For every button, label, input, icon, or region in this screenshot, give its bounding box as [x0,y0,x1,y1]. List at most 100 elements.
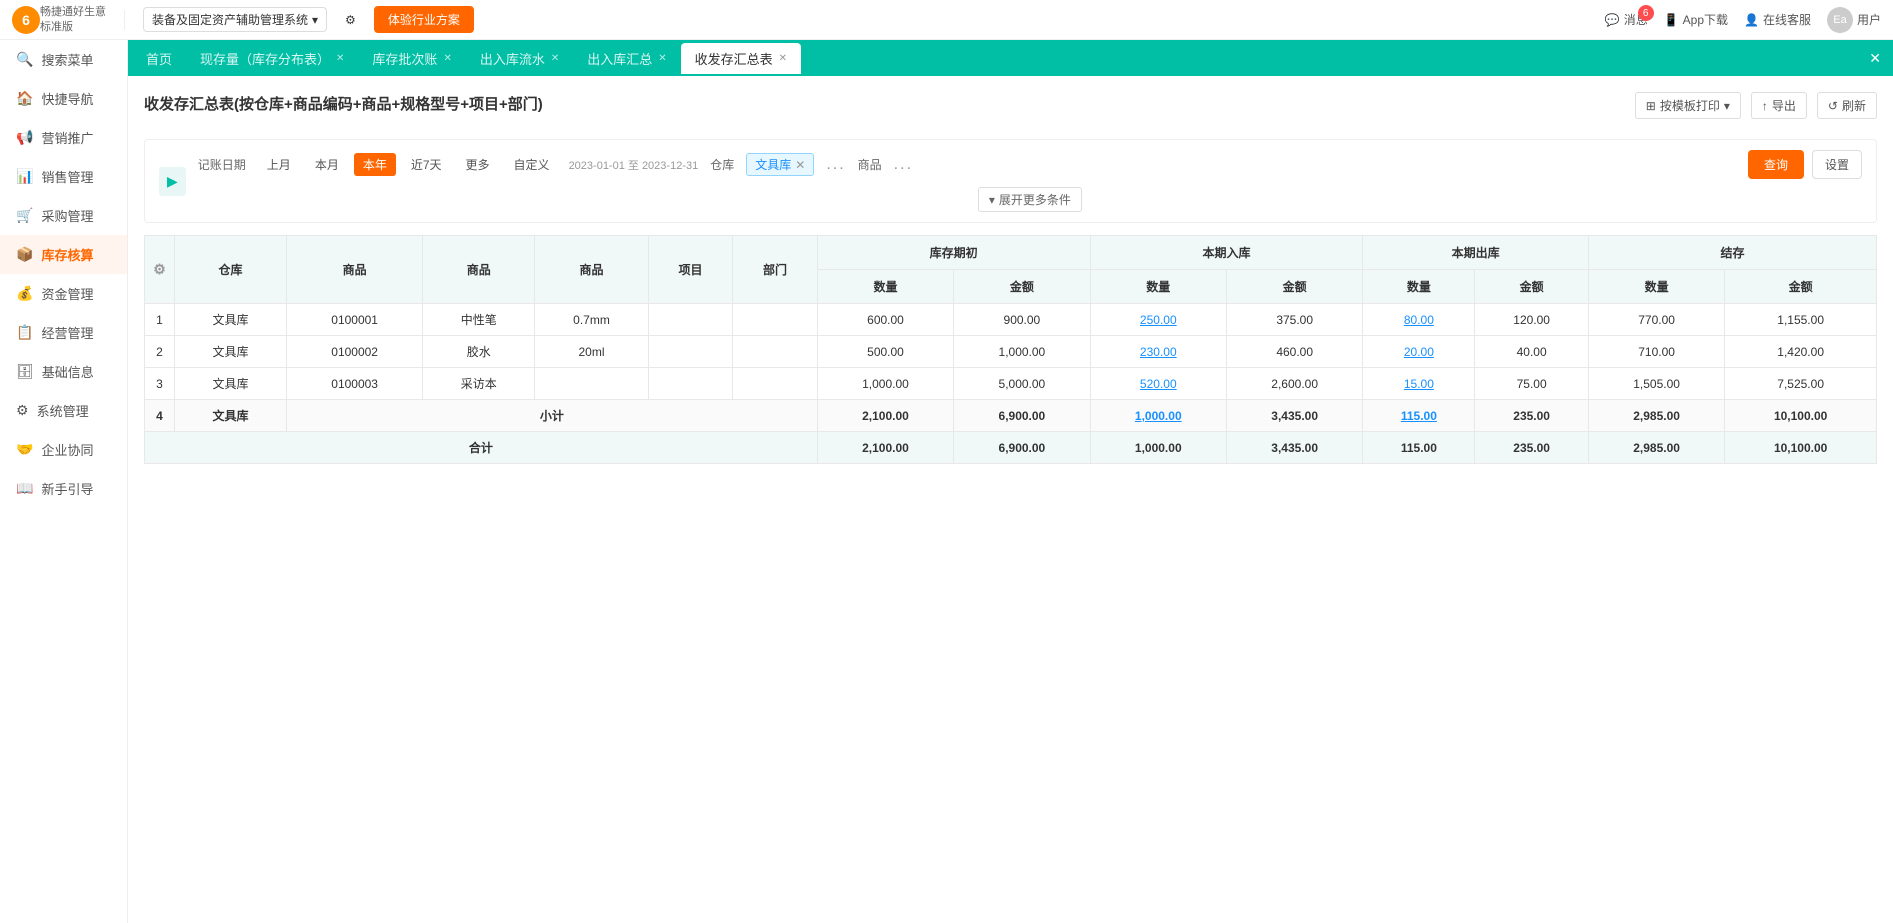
finance-icon: 💰 [16,285,33,302]
message-badge: 6 [1638,5,1654,21]
cell-goods-code: 0100003 [286,368,422,400]
subtotal-row: 4 文具库 小计 2,100.00 6,900.00 1,000.00 3,43… [145,400,1877,432]
th-in: 本期入库 [1090,236,1363,270]
home-icon: 🏠 [16,90,33,107]
cell-warehouse: 文具库 [175,368,287,400]
cell-goods-name: 胶水 [423,336,535,368]
tab-summary-io[interactable]: 出入库汇总 ✕ [573,43,680,74]
cell-closing-qty: 770.00 [1588,304,1724,336]
th-out-amt: 金额 [1475,270,1589,304]
newbie-icon: 📖 [16,480,33,497]
filter-arrow-button[interactable]: ▶ [159,167,186,196]
purchase-icon: 🛒 [16,207,33,224]
sidebar-item-quick[interactable]: 🏠 快捷导航 [0,79,127,118]
cell-closing-qty: 1,505.00 [1588,368,1724,400]
goods-ellipsis[interactable]: ... [894,156,913,174]
sidebar-item-marketing[interactable]: 📢 营销推广 [0,118,127,157]
cell-in-qty[interactable]: 250.00 [1090,304,1226,336]
sidebar-item-sales[interactable]: 📊 销售管理 [0,157,127,196]
inventory-icon: 📦 [16,246,33,263]
top-header: 6 畅捷通好生意 标准版 装备及固定资产辅助管理系统 ▾ ⚙ 体验行业方案 💬 … [0,0,1893,40]
subtotal-warehouse: 文具库 [175,400,287,432]
cell-in-amt: 460.00 [1226,336,1362,368]
date-btn-more[interactable]: 更多 [457,153,499,176]
tab-home[interactable]: 首页 [132,43,186,74]
phone-icon: 📱 [1664,13,1679,27]
table-container: ⚙ 仓库 商品 商品 商品 项目 部门 库存期初 本期入库 本期出库 结存 [144,235,1877,907]
dropdown-icon: ▾ [312,13,318,27]
tab-close-flow[interactable]: ✕ [551,53,559,64]
sidebar-item-inventory[interactable]: 📦 库存核算 [0,235,127,274]
total-closing-qty: 2,985.00 [1588,432,1724,464]
sidebar-item-purchase[interactable]: 🛒 采购管理 [0,196,127,235]
sidebar-item-search[interactable]: 🔍 搜索菜单 [0,40,127,79]
refresh-icon: ↺ [1828,99,1838,113]
tab-close-batch[interactable]: ✕ [443,53,451,64]
export-button[interactable]: ↑ 导出 [1751,92,1807,119]
system-name-dropdown[interactable]: 装备及固定资产辅助管理系统 ▾ [143,7,327,32]
template-print-button[interactable]: ⊞ 按模板打印 ▾ [1635,92,1741,119]
tab-batch[interactable]: 库存批次账 ✕ [358,43,465,74]
cell-out-qty[interactable]: 80.00 [1363,304,1475,336]
tab-bar-close[interactable]: ✕ [1861,50,1889,67]
cell-out-qty[interactable]: 20.00 [1363,336,1475,368]
cell-out-qty[interactable]: 15.00 [1363,368,1475,400]
date-btn-this-month[interactable]: 本月 [306,153,348,176]
message-item[interactable]: 💬 消息 6 [1605,11,1648,28]
expand-btn[interactable]: ▾ 展开更多条件 [978,187,1082,212]
table-settings-icon[interactable]: ⚙ [153,261,166,277]
total-out-amt: 235.00 [1475,432,1589,464]
online-service-item[interactable]: 👤 在线客服 [1744,11,1811,28]
filter-content: 记账日期 上月 本月 本年 近7天 更多 自定义 2023-01-01 至 20… [198,150,1862,212]
sidebar-item-newbie[interactable]: 📖 新手引导 [0,469,127,508]
cell-department [733,336,818,368]
sales-icon: 📊 [16,168,33,185]
tab-close-receipt-summary[interactable]: ✕ [779,53,787,64]
avatar: Ea [1827,7,1853,33]
warehouse-remove-btn[interactable]: ✕ [795,158,805,172]
tab-close-summary-io[interactable]: ✕ [658,53,666,64]
total-label: 合计 [145,432,818,464]
sidebar-item-finance[interactable]: 💰 资金管理 [0,274,127,313]
header-right: 💬 消息 6 📱 App下载 👤 在线客服 Ea 用户 [1605,7,1881,33]
system-name-label: 装备及固定资产辅助管理系统 [152,11,308,28]
app-download-item[interactable]: 📱 App下载 [1664,11,1728,28]
cell-out-amt: 40.00 [1475,336,1589,368]
subtotal-out-qty[interactable]: 115.00 [1363,400,1475,432]
date-btn-this-year[interactable]: 本年 [354,153,396,176]
logo-area: 6 畅捷通好生意 标准版 [12,5,106,34]
user-item[interactable]: Ea 用户 [1827,7,1881,33]
cell-opening-qty: 1,000.00 [817,368,953,400]
cell-opening-qty: 600.00 [817,304,953,336]
tab-flow[interactable]: 出入库流水 ✕ [466,43,573,74]
cell-opening-amt: 5,000.00 [954,368,1090,400]
date-btn-7days[interactable]: 近7天 [402,153,451,176]
sidebar-item-enterprise[interactable]: 🤝 企业协同 [0,430,127,469]
trial-button[interactable]: 体验行业方案 [374,6,474,33]
th-closing: 结存 [1588,236,1876,270]
sidebar-item-system[interactable]: ⚙ 系统管理 [0,391,127,430]
warehouse-tag: 文具库 ✕ [746,153,814,176]
date-btn-custom[interactable]: 自定义 [505,153,559,176]
th-opening: 库存期初 [817,236,1090,270]
tab-close-inventory[interactable]: ✕ [336,53,344,64]
tab-receipt-summary[interactable]: 收发存汇总表 ✕ [681,43,801,74]
settings-icon[interactable]: ⚙ [345,13,356,27]
subtotal-opening-amt: 6,900.00 [954,400,1090,432]
date-filter: 上月 本月 本年 近7天 更多 自定义 2023-01-01 至 2023-12… [258,153,698,176]
filter-settings-button[interactable]: 设置 [1812,150,1862,179]
cell-opening-qty: 500.00 [817,336,953,368]
subtotal-closing-qty: 2,985.00 [1588,400,1724,432]
warehouse-ellipsis[interactable]: ... [826,156,845,174]
cell-in-qty[interactable]: 520.00 [1090,368,1226,400]
date-btn-last-month[interactable]: 上月 [258,153,300,176]
query-button[interactable]: 查询 [1748,150,1804,179]
sidebar-item-operation[interactable]: 📋 经营管理 [0,313,127,352]
subtotal-in-qty[interactable]: 1,000.00 [1090,400,1226,432]
refresh-button[interactable]: ↺ 刷新 [1817,92,1877,119]
tab-inventory[interactable]: 现存量（库存分布表） ✕ [186,43,358,74]
service-icon: 👤 [1744,13,1759,27]
message-icon: 💬 [1605,13,1620,27]
cell-in-qty[interactable]: 230.00 [1090,336,1226,368]
sidebar-item-base[interactable]: 🗄 基础信息 [0,352,127,391]
